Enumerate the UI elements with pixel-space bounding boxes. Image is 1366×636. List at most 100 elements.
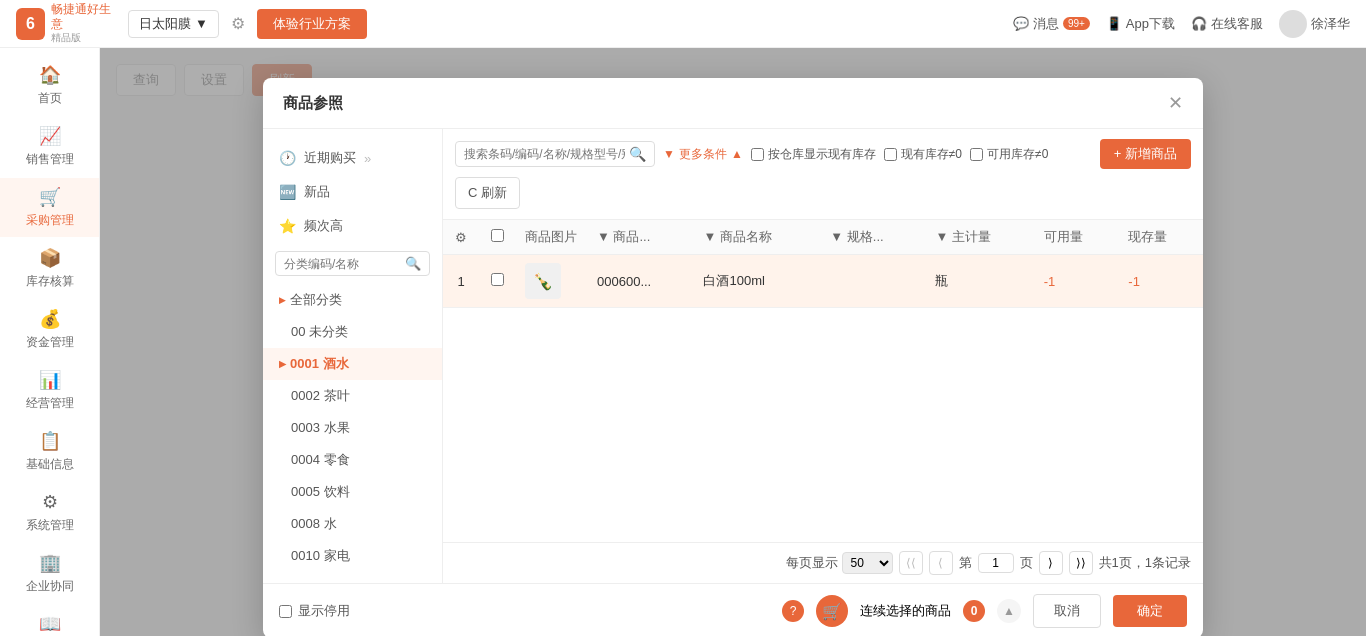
more-filter-button[interactable]: ▼ 更多条件 ▲ bbox=[663, 146, 743, 163]
category-all[interactable]: ▶ 全部分类 bbox=[263, 284, 442, 316]
content-area: 查询 设置 刷新 商品参照 ✕ 🕐 近期购买 bbox=[100, 48, 1366, 636]
category-appliance-label: 0010 家电 bbox=[279, 547, 350, 565]
pagination-bar: 每页显示 50 100 200 ⟨⟨ ⟨ 第 页 bbox=[443, 542, 1203, 583]
enterprise-icon: 🏢 bbox=[39, 552, 61, 574]
sidebar-item-purchase[interactable]: 🛒 采购管理 bbox=[0, 178, 99, 237]
show-disabled-label: 显示停用 bbox=[298, 602, 350, 620]
current-stock-check: 现有库存≠0 bbox=[884, 146, 962, 163]
online-service-btn[interactable]: 🎧 在线客服 bbox=[1191, 15, 1263, 33]
new-product-nav[interactable]: 🆕 新品 bbox=[263, 175, 442, 209]
product-search-input[interactable] bbox=[464, 147, 625, 161]
show-disabled-group: 显示停用 bbox=[279, 602, 350, 620]
col-settings[interactable]: ⚙ bbox=[443, 220, 479, 255]
frequent-nav[interactable]: ⭐ 频次高 bbox=[263, 209, 442, 243]
category-search-input[interactable] bbox=[284, 257, 401, 271]
basic-icon: 📋 bbox=[39, 430, 61, 452]
sidebar-item-finance[interactable]: 💰 资金管理 bbox=[0, 300, 99, 359]
row-checkbox-cell[interactable] bbox=[479, 255, 515, 308]
row-checkbox[interactable] bbox=[491, 273, 504, 286]
col-name-label: ▼ 商品名称 bbox=[703, 229, 771, 244]
col-unit[interactable]: ▼ 主计量 bbox=[925, 220, 1033, 255]
per-page-label: 每页显示 bbox=[786, 554, 838, 572]
category-alcohol[interactable]: ▶ 0001 酒水 bbox=[263, 348, 442, 380]
warehouse-stock-check: 按仓库显示现有库存 bbox=[751, 146, 876, 163]
sidebar-label-home: 首页 bbox=[38, 90, 62, 107]
filter-icon: ▼ bbox=[663, 147, 675, 161]
category-tea[interactable]: 0002 茶叶 bbox=[263, 380, 442, 412]
show-disabled-checkbox[interactable] bbox=[279, 605, 292, 618]
sidebar-item-guide[interactable]: 📖 新手引导 bbox=[0, 605, 99, 636]
message-btn[interactable]: 💬 消息 99+ bbox=[1013, 15, 1090, 33]
sidebar-item-enterprise[interactable]: 🏢 企业协同 bbox=[0, 544, 99, 603]
expand-icon-alcohol: ▶ bbox=[279, 359, 286, 369]
per-page-select[interactable]: 50 100 200 bbox=[842, 552, 893, 574]
table-row[interactable]: 1 🍾 000600... 白酒100ml bbox=[443, 255, 1203, 308]
first-page-button[interactable]: ⟨⟨ bbox=[899, 551, 923, 575]
sidebar-item-sales[interactable]: 📈 销售管理 bbox=[0, 117, 99, 176]
category-uncategorized[interactable]: 00 未分类 bbox=[263, 316, 442, 348]
logo-sub: 精品版 bbox=[51, 31, 116, 45]
col-name[interactable]: ▼ 商品名称 bbox=[693, 220, 820, 255]
service-label: 在线客服 bbox=[1211, 15, 1263, 33]
inventory-icon: 📦 bbox=[39, 247, 61, 269]
available-stock-checkbox[interactable] bbox=[970, 148, 983, 161]
sidebar-item-basic[interactable]: 📋 基础信息 bbox=[0, 422, 99, 481]
gear-icon[interactable]: ⚙ bbox=[231, 14, 245, 33]
add-product-button[interactable]: + 新增商品 bbox=[1100, 139, 1191, 169]
cancel-button[interactable]: 取消 bbox=[1033, 594, 1101, 628]
confirm-button[interactable]: 确定 bbox=[1113, 595, 1187, 627]
purchase-icon: 🛒 bbox=[39, 186, 61, 208]
app-download-btn[interactable]: 📱 App下载 bbox=[1106, 15, 1175, 33]
new-product-label: 新品 bbox=[304, 183, 330, 201]
last-page-button[interactable]: ⟩⟩ bbox=[1069, 551, 1093, 575]
select-all-checkbox[interactable] bbox=[491, 229, 504, 242]
category-appliance[interactable]: 0010 家电 bbox=[263, 540, 442, 572]
sidebar: 🏠 首页 📈 销售管理 🛒 采购管理 📦 库存核算 💰 资金管理 📊 经营管理 … bbox=[0, 48, 100, 636]
prev-page-button[interactable]: ⟨ bbox=[929, 551, 953, 575]
sidebar-label-finance: 资金管理 bbox=[26, 334, 74, 351]
logo-icon: 6 bbox=[16, 8, 45, 40]
col-code[interactable]: ▼ 商品... bbox=[587, 220, 693, 255]
current-stock-checkbox[interactable] bbox=[884, 148, 897, 161]
modal-body: 🕐 近期购买 » 🆕 新品 ⭐ 频次高 bbox=[263, 129, 1203, 583]
product-search-box: 🔍 bbox=[455, 141, 655, 167]
sidebar-item-system[interactable]: ⚙ 系统管理 bbox=[0, 483, 99, 542]
main-layout: 🏠 首页 📈 销售管理 🛒 采购管理 📦 库存核算 💰 资金管理 📊 经营管理 … bbox=[0, 48, 1366, 636]
sidebar-item-inventory[interactable]: 📦 库存核算 bbox=[0, 239, 99, 298]
col-available: 可用量 bbox=[1034, 220, 1119, 255]
recent-purchase-nav[interactable]: 🕐 近期购买 » bbox=[263, 141, 442, 175]
category-water[interactable]: 0008 水 bbox=[263, 508, 442, 540]
col-spec[interactable]: ▼ 规格... bbox=[820, 220, 925, 255]
sidebar-label-purchase: 采购管理 bbox=[26, 212, 74, 229]
category-beverage[interactable]: 0005 饮料 bbox=[263, 476, 442, 508]
user-menu[interactable]: 徐泽华 bbox=[1279, 10, 1350, 38]
sidebar-item-business[interactable]: 📊 经营管理 bbox=[0, 361, 99, 420]
page-unit: 页 bbox=[1020, 554, 1033, 572]
help-icon[interactable]: ? bbox=[782, 600, 804, 622]
trial-button[interactable]: 体验行业方案 bbox=[257, 9, 367, 39]
collapse-icon[interactable]: » bbox=[364, 151, 371, 166]
sidebar-label-inventory: 库存核算 bbox=[26, 273, 74, 290]
warehouse-stock-checkbox[interactable] bbox=[751, 148, 764, 161]
next-page-button[interactable]: ⟩ bbox=[1039, 551, 1063, 575]
col-select-all[interactable] bbox=[479, 220, 515, 255]
page-input[interactable] bbox=[978, 553, 1014, 573]
sidebar-label-basic: 基础信息 bbox=[26, 456, 74, 473]
refresh-button[interactable]: C 刷新 bbox=[455, 177, 520, 209]
modal-close-button[interactable]: ✕ bbox=[1168, 92, 1183, 114]
product-name-cell: 白酒100ml bbox=[693, 255, 820, 308]
collapse-cart-button[interactable]: ▲ bbox=[997, 599, 1021, 623]
category-fruit-label: 0003 水果 bbox=[279, 419, 350, 437]
business-icon: 📊 bbox=[39, 369, 61, 391]
sidebar-item-home[interactable]: 🏠 首页 bbox=[0, 56, 99, 115]
branch-selector[interactable]: 日太阳膜 ▼ bbox=[128, 10, 219, 38]
category-snack[interactable]: 0004 零食 bbox=[263, 444, 442, 476]
cart-count-badge: 0 bbox=[963, 600, 985, 622]
page-label: 第 bbox=[959, 554, 972, 572]
cart-button[interactable]: 🛒 bbox=[816, 595, 848, 627]
nav-right: 💬 消息 99+ 📱 App下载 🎧 在线客服 徐泽华 bbox=[1013, 10, 1350, 38]
filter-label: 更多条件 bbox=[679, 146, 727, 163]
category-fruit[interactable]: 0003 水果 bbox=[263, 412, 442, 444]
product-image-cell: 🍾 bbox=[515, 255, 587, 308]
warehouse-stock-label: 按仓库显示现有库存 bbox=[768, 146, 876, 163]
